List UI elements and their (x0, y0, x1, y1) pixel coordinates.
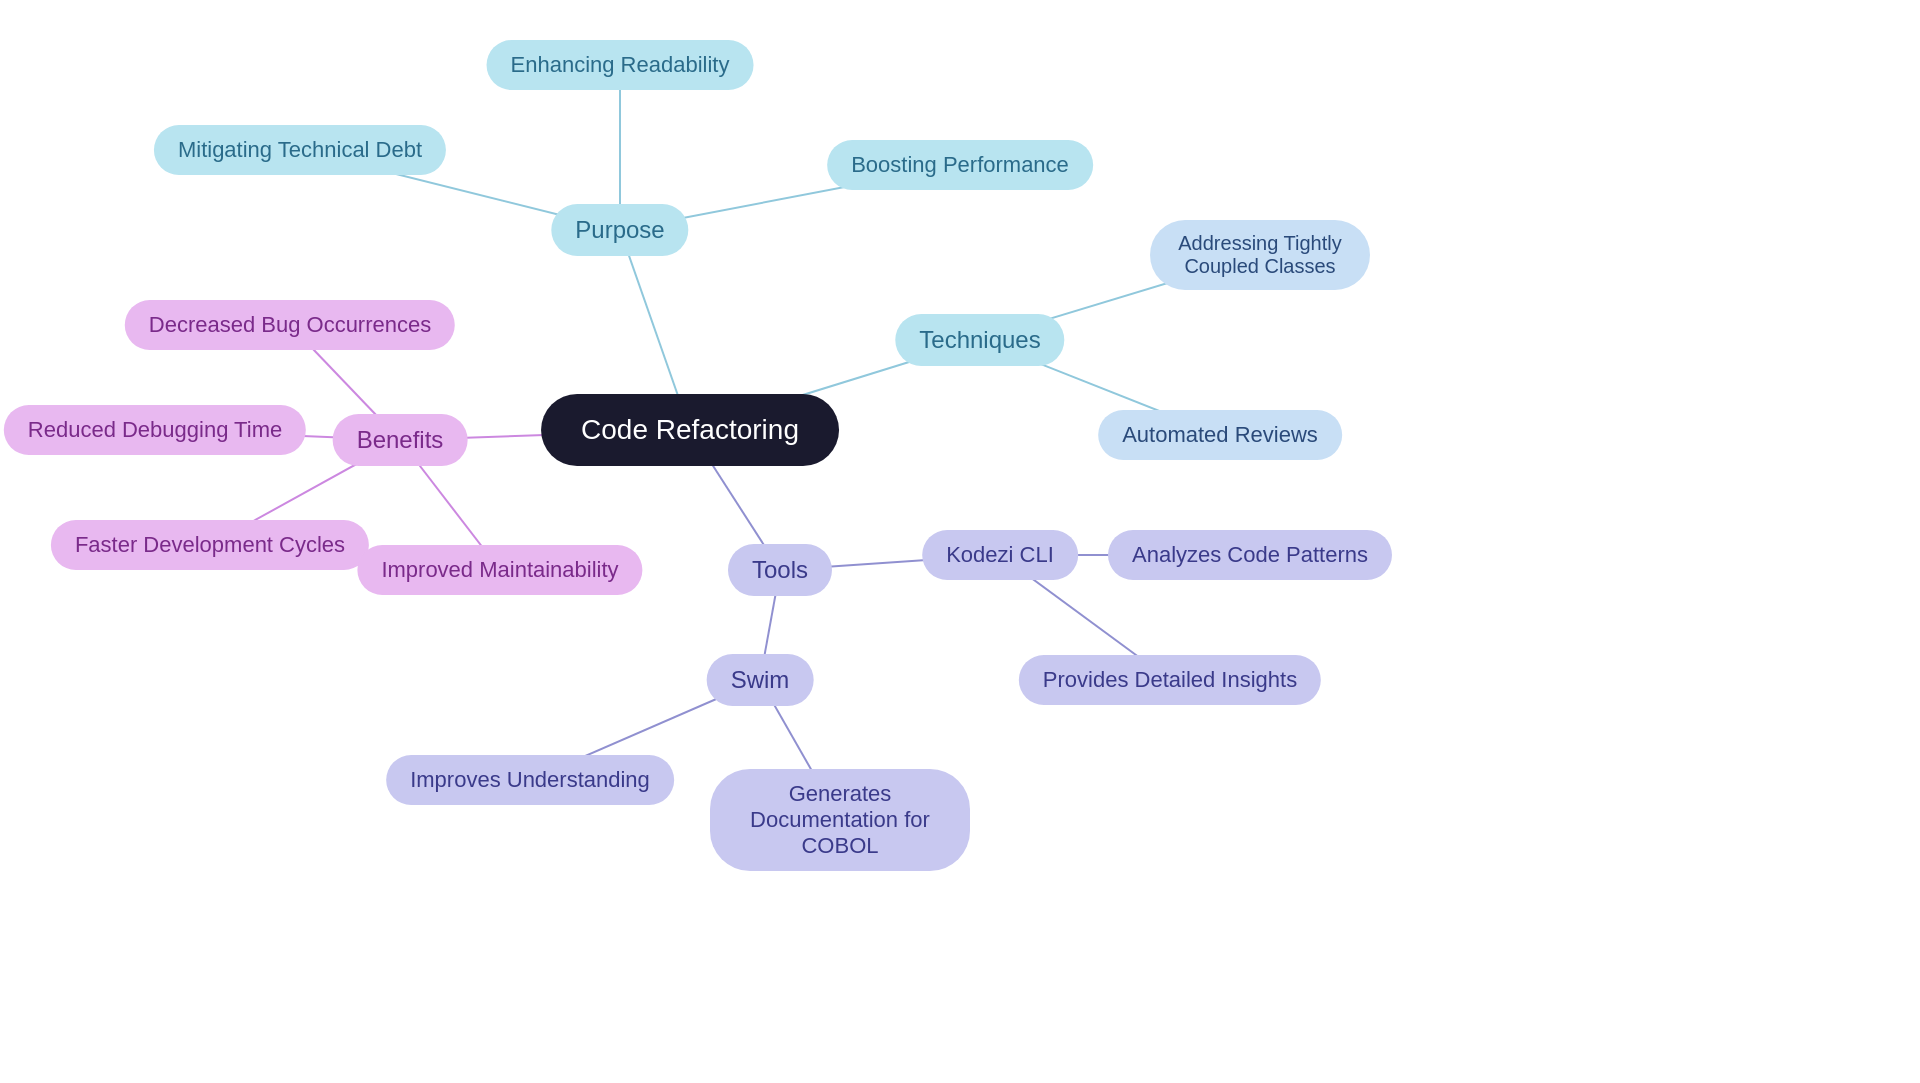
generates-node: Generates Documentation for COBOL (710, 769, 970, 871)
addressing-node: Addressing Tightly Coupled Classes (1150, 220, 1370, 290)
reduced-node: Reduced Debugging Time (4, 405, 306, 455)
faster-node: Faster Development Cycles (51, 520, 369, 570)
benefits-node: Benefits (333, 414, 468, 466)
provides-node: Provides Detailed Insights (1019, 655, 1321, 705)
mindmap-container: Code Refactoring Purpose Enhancing Reada… (0, 0, 1920, 1083)
techniques-node: Techniques (895, 314, 1064, 366)
mitigating-node: Mitigating Technical Debt (154, 125, 446, 175)
analyzes-node: Analyzes Code Patterns (1108, 530, 1392, 580)
center-node: Code Refactoring (541, 394, 839, 466)
boosting-node: Boosting Performance (827, 140, 1093, 190)
kodezi-node: Kodezi CLI (922, 530, 1078, 580)
automated-node: Automated Reviews (1098, 410, 1342, 460)
decreased-node: Decreased Bug Occurrences (125, 300, 455, 350)
enhancing-node: Enhancing Readability (487, 40, 754, 90)
improves-node: Improves Understanding (386, 755, 674, 805)
tools-node: Tools (728, 544, 832, 596)
improved-node: Improved Maintainability (357, 545, 642, 595)
swim-node: Swim (707, 654, 814, 706)
purpose-node: Purpose (551, 204, 688, 256)
